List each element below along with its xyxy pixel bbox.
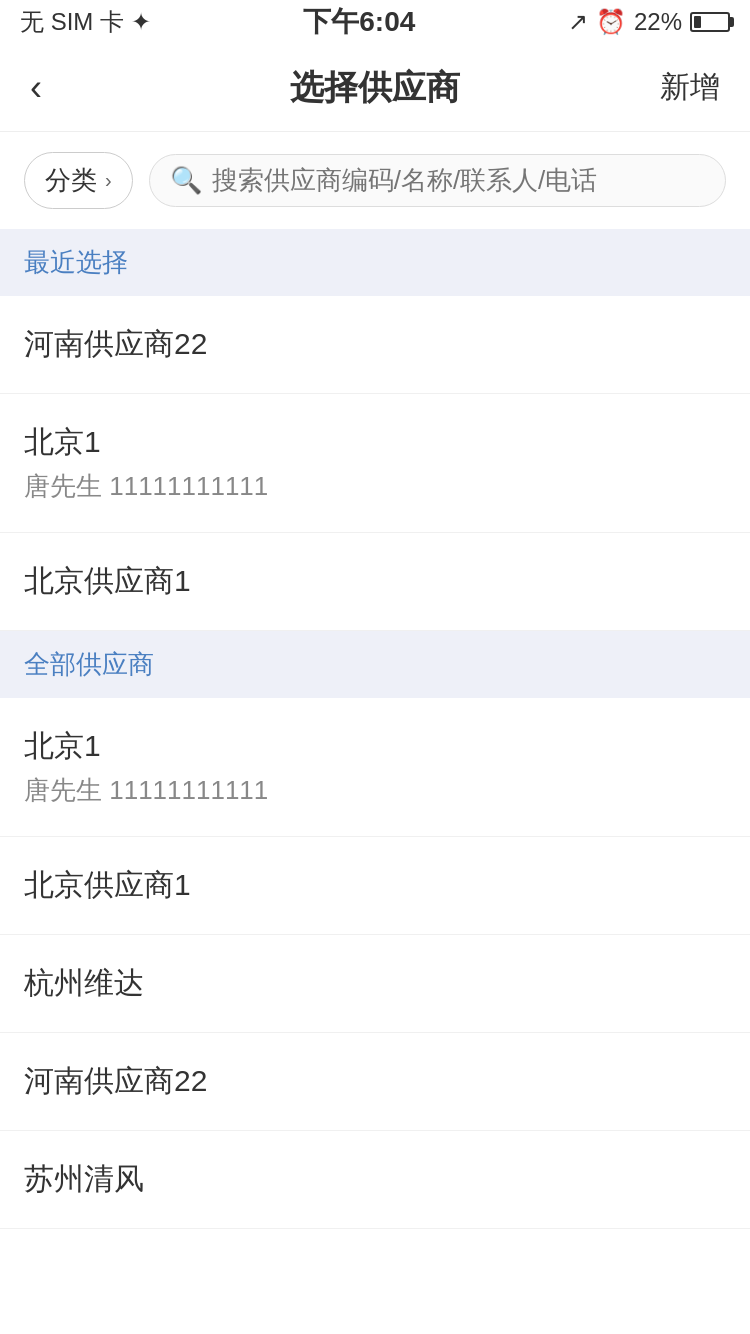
list-item[interactable]: 河南供应商22: [0, 1033, 750, 1131]
alarm-icon: ⏰: [596, 8, 626, 36]
item-name: 北京供应商1: [24, 865, 726, 906]
recent-section-header: 最近选择: [0, 229, 750, 296]
item-name: 河南供应商22: [24, 1061, 726, 1102]
item-name: 北京1: [24, 726, 726, 767]
filter-bar: 分类 › 🔍: [0, 132, 750, 229]
item-sub: 唐先生 11111111111: [24, 773, 726, 808]
status-right: ↗ ⏰ 22%: [568, 8, 730, 36]
all-list: 北京1 唐先生 11111111111 北京供应商1 杭州维达河南供应商22 苏州清风: [0, 698, 750, 1229]
item-name: 杭州维达: [24, 963, 726, 1004]
page-title: 选择供应商: [290, 65, 460, 111]
all-section-label: 全部供应商: [24, 649, 154, 679]
battery-percentage: 22%: [634, 8, 682, 36]
recent-list: 河南供应商22 北京1 唐先生 11111111111 北京供应商1: [0, 296, 750, 631]
battery-icon: [690, 12, 730, 32]
chevron-right-icon: ›: [105, 169, 112, 192]
search-icon: 🔍: [170, 165, 202, 196]
list-item[interactable]: 北京供应商1: [0, 837, 750, 935]
nav-bar: ‹ 选择供应商 新增: [0, 44, 750, 132]
sim-status: 无 SIM 卡 ✦: [20, 6, 151, 38]
item-name: 北京1: [24, 422, 726, 463]
status-time: 下午6:04: [303, 3, 415, 41]
item-name: 北京供应商1: [24, 561, 726, 602]
search-input[interactable]: [212, 165, 705, 196]
status-bar: 无 SIM 卡 ✦ 下午6:04 ↗ ⏰ 22%: [0, 0, 750, 44]
list-item[interactable]: 杭州维达: [0, 935, 750, 1033]
item-name: 河南供应商22: [24, 324, 726, 365]
all-section-header: 全部供应商: [0, 631, 750, 698]
list-item[interactable]: 北京1 唐先生 11111111111: [0, 394, 750, 533]
list-item[interactable]: 北京供应商1: [0, 533, 750, 631]
list-item[interactable]: 河南供应商22: [0, 296, 750, 394]
recent-section-label: 最近选择: [24, 247, 128, 277]
list-item[interactable]: 苏州清风: [0, 1131, 750, 1229]
status-left: 无 SIM 卡 ✦: [20, 6, 151, 38]
category-label: 分类: [45, 163, 97, 198]
item-sub: 唐先生 11111111111: [24, 469, 726, 504]
location-icon: ↗: [568, 8, 588, 36]
search-box[interactable]: 🔍: [149, 154, 726, 207]
item-name: 苏州清风: [24, 1159, 726, 1200]
back-button[interactable]: ‹: [30, 67, 90, 109]
list-item[interactable]: 北京1 唐先生 11111111111: [0, 698, 750, 837]
category-button[interactable]: 分类 ›: [24, 152, 133, 209]
add-button[interactable]: 新增: [660, 67, 720, 108]
